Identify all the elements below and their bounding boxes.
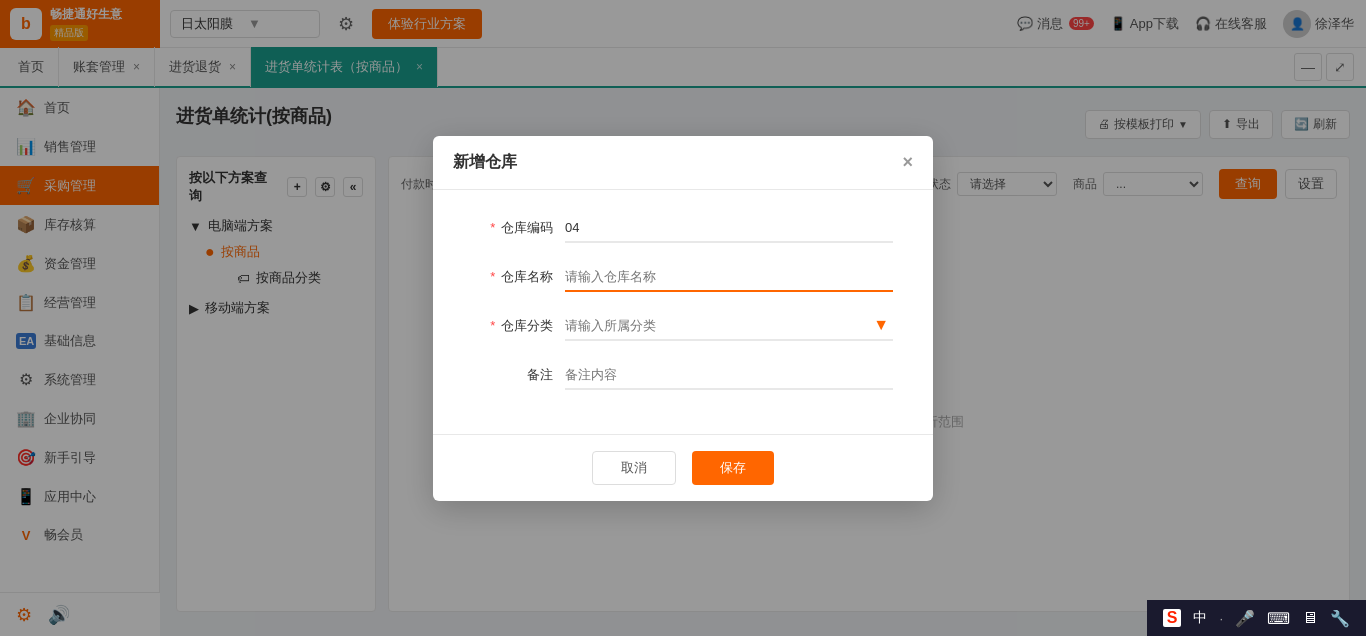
bottom-logo-text: 中 bbox=[1193, 609, 1207, 627]
code-input[interactable] bbox=[565, 214, 893, 243]
modal-header: 新增仓库 × bbox=[433, 136, 933, 190]
modal-title: 新增仓库 bbox=[453, 152, 517, 173]
modal-footer: 取消 保存 bbox=[433, 434, 933, 501]
save-button[interactable]: 保存 bbox=[692, 451, 774, 485]
bottom-keyboard-icon[interactable]: ⌨ bbox=[1267, 609, 1290, 628]
category-label: * 仓库分类 bbox=[473, 317, 553, 335]
category-input[interactable] bbox=[565, 312, 873, 339]
category-dropdown-icon[interactable]: ▼ bbox=[873, 316, 893, 334]
cancel-button[interactable]: 取消 bbox=[592, 451, 676, 485]
remark-label: 备注 bbox=[473, 366, 553, 384]
bottom-logo-s: S bbox=[1163, 609, 1182, 627]
category-select-container: ▼ bbox=[565, 312, 893, 341]
code-label: * 仓库编码 bbox=[473, 219, 553, 237]
add-warehouse-modal: 新增仓库 × * 仓库编码 * 仓库名称 bbox=[433, 136, 933, 501]
remark-input[interactable] bbox=[565, 361, 893, 390]
bottom-tool-icon[interactable]: 🔧 bbox=[1330, 609, 1350, 628]
bottom-dot-icon: · bbox=[1219, 611, 1223, 626]
modal-overlay[interactable]: 新增仓库 × * 仓库编码 * 仓库名称 bbox=[0, 0, 1366, 636]
bottom-mic-icon[interactable]: 🎤 bbox=[1235, 609, 1255, 628]
remark-field-row: 备注 bbox=[473, 361, 893, 390]
code-field-row: * 仓库编码 bbox=[473, 214, 893, 243]
category-field-row: * 仓库分类 ▼ bbox=[473, 312, 893, 341]
modal-close-button[interactable]: × bbox=[902, 152, 913, 173]
name-input[interactable] bbox=[565, 263, 893, 292]
name-field-row: * 仓库名称 bbox=[473, 263, 893, 292]
name-label: * 仓库名称 bbox=[473, 268, 553, 286]
bottom-monitor-icon[interactable]: 🖥 bbox=[1302, 609, 1318, 627]
bottom-status-bar: S 中 · 🎤 ⌨ 🖥 🔧 bbox=[1147, 600, 1366, 636]
modal-body: * 仓库编码 * 仓库名称 * 仓库分类 bbox=[433, 190, 933, 434]
